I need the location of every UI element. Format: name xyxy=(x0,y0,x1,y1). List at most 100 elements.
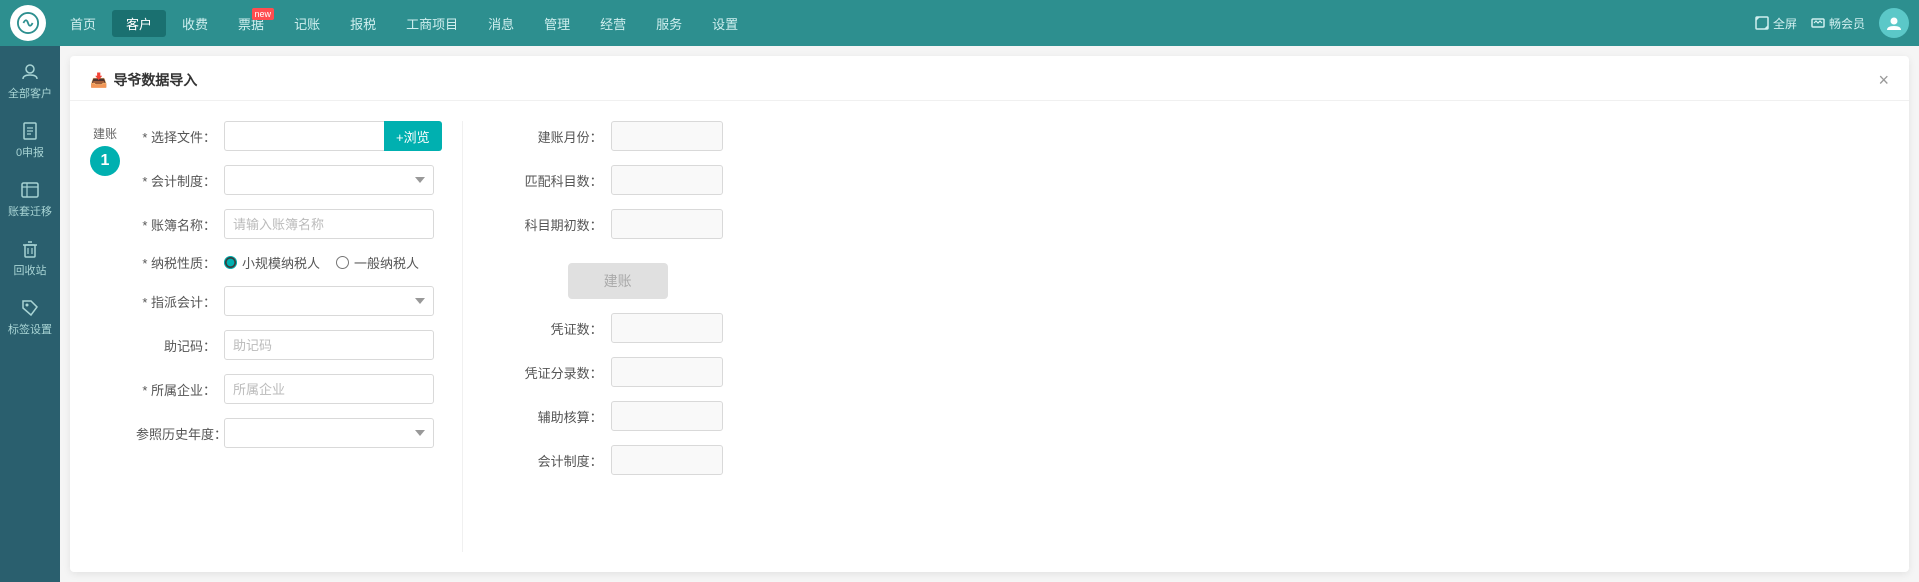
dialog-title: 📥 导爷数据导入 xyxy=(90,70,197,90)
fullscreen-button[interactable]: 全屏 xyxy=(1755,15,1797,32)
nav-message[interactable]: 消息 xyxy=(474,10,528,37)
nav-service[interactable]: 服务 xyxy=(642,10,696,37)
tax-radio-group: 小规模纳税人 一般纳税人 xyxy=(224,253,419,272)
memo-label: 助记码： xyxy=(136,336,216,355)
nav-business[interactable]: 工商项目 xyxy=(392,10,472,37)
build-button[interactable]: 建账 xyxy=(568,263,668,299)
vip-button[interactable]: 畅会员 xyxy=(1811,15,1865,32)
ledger-label: * 账簿名称： xyxy=(136,215,216,234)
radio-small-tax-input[interactable] xyxy=(224,256,237,269)
voucher-value xyxy=(611,313,723,343)
month-label: 建账月份： xyxy=(513,127,603,146)
nav-tax[interactable]: 报税 xyxy=(336,10,390,37)
sidebar: 全部客户 0申报 账套迁移 xyxy=(0,46,60,582)
step-indicator: 建账 1 xyxy=(90,125,120,176)
tag-icon xyxy=(20,298,40,318)
voucher-records-value xyxy=(611,357,723,387)
dialog-header: 📥 导爷数据导入 × xyxy=(70,56,1909,101)
file-row: * 选择文件： +浏览 xyxy=(136,121,442,151)
sidebar-trash-label: 回收站 xyxy=(14,262,47,278)
accounting-select[interactable] xyxy=(224,165,434,195)
transfer-icon xyxy=(20,180,40,200)
nav-settings[interactable]: 设置 xyxy=(698,10,752,37)
memo-row: 助记码： xyxy=(136,330,442,360)
step-block: 建账 1 * 选择文件： +浏览 xyxy=(90,121,442,552)
memo-input[interactable] xyxy=(224,330,434,360)
nav-operation[interactable]: 经营 xyxy=(586,10,640,37)
accounting-system-label: 会计制度： xyxy=(513,451,603,470)
accounting-system-field: 会计制度： xyxy=(513,445,723,475)
match-label: 匹配科目数： xyxy=(513,171,603,190)
step-label: 建账 xyxy=(93,125,117,142)
accountant-row: * 指派会计： xyxy=(136,286,442,316)
import-icon: 📥 xyxy=(90,72,107,89)
dialog-panel: 📥 导爷数据导入 × 建账 1 * 选择文件 xyxy=(70,56,1909,572)
user-icon xyxy=(20,62,40,82)
step-circle: 1 xyxy=(90,146,120,176)
nav-customer[interactable]: 客户 xyxy=(112,10,166,37)
sidebar-all-customers-label: 全部客户 xyxy=(8,85,52,101)
voucher-label: 凭证数： xyxy=(513,319,603,338)
sidebar-item-transfer[interactable]: 账套迁移 xyxy=(2,172,58,227)
sidebar-transfer-label: 账套迁移 xyxy=(8,203,52,219)
nav-right: 全屏 畅会员 xyxy=(1755,8,1909,38)
build-btn-wrapper: 建账 xyxy=(513,263,723,299)
file-input-group: +浏览 xyxy=(224,121,442,151)
ledger-input[interactable] xyxy=(224,209,434,239)
file-input[interactable] xyxy=(224,121,384,151)
init-field: 科目期初数： xyxy=(513,209,723,239)
history-row: 参照历史年度： xyxy=(136,418,442,448)
browse-button[interactable]: +浏览 xyxy=(384,121,442,151)
match-field: 匹配科目数： xyxy=(513,165,723,195)
nav-fee[interactable]: 收费 xyxy=(168,10,222,37)
accountant-select[interactable] xyxy=(224,286,434,316)
sidebar-declaration-label: 0申报 xyxy=(16,144,44,160)
radio-small-tax[interactable]: 小规模纳税人 xyxy=(224,253,320,272)
new-badge: new xyxy=(252,8,275,21)
company-label: * 所属企业： xyxy=(136,380,216,399)
nav-home[interactable]: 首页 xyxy=(56,10,110,37)
trash-icon xyxy=(20,239,40,259)
sidebar-tags-label: 标签设置 xyxy=(8,321,52,337)
history-select[interactable] xyxy=(224,418,434,448)
nav-management[interactable]: 管理 xyxy=(530,10,584,37)
voucher-records-field: 凭证分录数： xyxy=(513,357,723,387)
accounting-label: * 会计制度： xyxy=(136,171,216,190)
aux-field: 辅助核算： xyxy=(513,401,723,431)
dialog-close-button[interactable]: × xyxy=(1878,71,1889,89)
radio-general-tax-input[interactable] xyxy=(336,256,349,269)
tax-label: * 纳税性质： xyxy=(136,253,216,272)
vip-icon xyxy=(1811,16,1825,30)
file-icon xyxy=(20,121,40,141)
company-input[interactable] xyxy=(224,374,434,404)
ledger-row: * 账簿名称： xyxy=(136,209,442,239)
init-label: 科目期初数： xyxy=(513,215,603,234)
month-value xyxy=(611,121,723,151)
sidebar-item-declaration[interactable]: 0申报 xyxy=(2,113,58,168)
fullscreen-icon xyxy=(1755,16,1769,30)
nav-bookkeeping[interactable]: 记账 xyxy=(280,10,334,37)
top-nav: 首页 客户 收费 票据 new 记账 报税 工商项目 消息 管理 经营 服务 设… xyxy=(0,0,1919,46)
accountant-label: * 指派会计： xyxy=(136,292,216,311)
accounting-system-value xyxy=(611,445,723,475)
nav-invoice[interactable]: 票据 new xyxy=(224,10,278,37)
sidebar-item-trash[interactable]: 回收站 xyxy=(2,231,58,286)
main-layout: 全部客户 0申报 账套迁移 xyxy=(0,46,1919,582)
form-area: * 选择文件： +浏览 * 会计制度： xyxy=(136,121,442,448)
company-row: * 所属企业： xyxy=(136,374,442,404)
aux-label: 辅助核算： xyxy=(513,407,603,426)
main-content: 📥 导爷数据导入 × 建账 1 * 选择文件 xyxy=(60,46,1919,582)
user-avatar[interactable] xyxy=(1879,8,1909,38)
accounting-row: * 会计制度： xyxy=(136,165,442,195)
app-logo[interactable] xyxy=(10,5,46,41)
month-field: 建账月份： xyxy=(513,121,723,151)
init-value xyxy=(611,209,723,239)
nav-items: 首页 客户 收费 票据 new 记账 报税 工商项目 消息 管理 经营 服务 设… xyxy=(56,10,1755,37)
radio-general-tax[interactable]: 一般纳税人 xyxy=(336,253,419,272)
sidebar-item-all-customers[interactable]: 全部客户 xyxy=(2,54,58,109)
dialog-body: 建账 1 * 选择文件： +浏览 xyxy=(70,101,1909,572)
file-label: * 选择文件： xyxy=(136,127,216,146)
vertical-divider xyxy=(462,121,463,552)
sidebar-item-tags[interactable]: 标签设置 xyxy=(2,290,58,345)
voucher-records-label: 凭证分录数： xyxy=(513,363,603,382)
